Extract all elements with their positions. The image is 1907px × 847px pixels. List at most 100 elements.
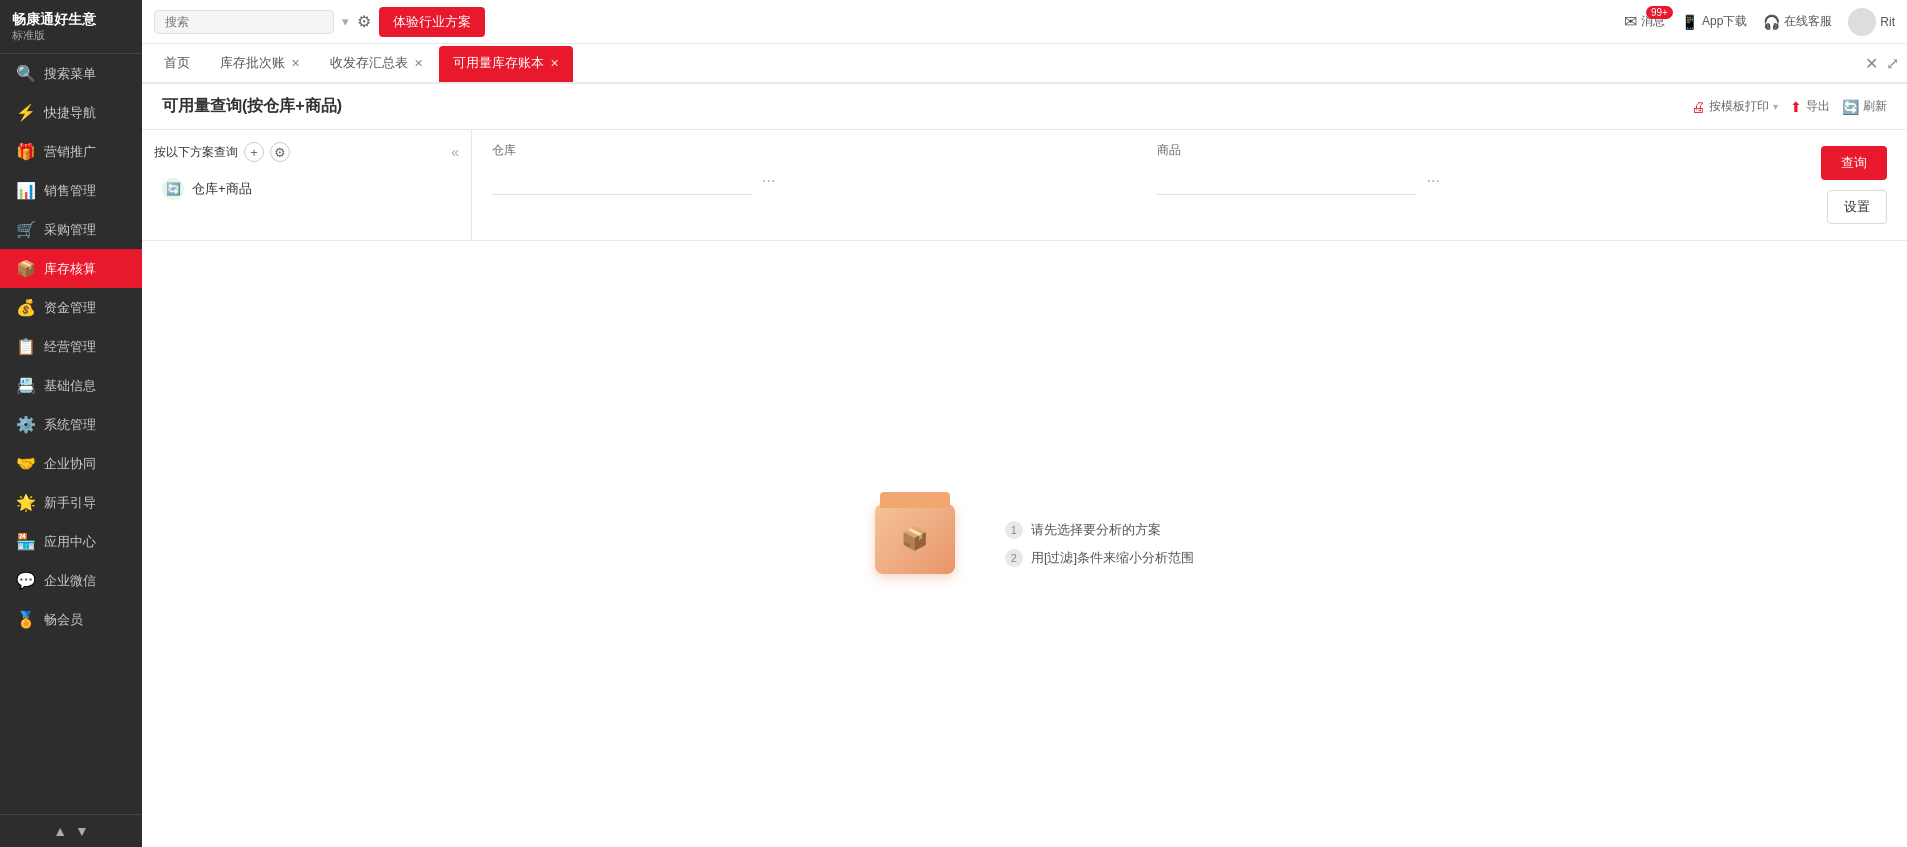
logo-sub: 标准版: [12, 28, 130, 43]
tab-batch-close[interactable]: ✕: [291, 57, 300, 70]
chart-icon: 📊: [16, 181, 36, 200]
wechat-icon: 💬: [16, 571, 36, 590]
tab-summary[interactable]: 收发存汇总表 ✕: [316, 46, 437, 82]
sidebar-item-basic[interactable]: 📇 基础信息: [0, 366, 142, 405]
sidebar-item-newbie[interactable]: 🌟 新手引导: [0, 483, 142, 522]
clipboard-icon: 📋: [16, 337, 36, 356]
tab-available-label: 可用量库存账本: [453, 54, 544, 72]
export-button[interactable]: ⬆ 导出: [1790, 98, 1830, 115]
lightning-icon: ⚡: [16, 103, 36, 122]
settings-gear-icon[interactable]: ⚙: [357, 12, 371, 31]
refresh-icon: 🔄: [1842, 99, 1859, 115]
scheme-item-warehouse-goods[interactable]: 🔄 仓库+商品: [154, 172, 459, 206]
sidebar-item-label: 经营管理: [44, 338, 126, 356]
tab-home-label: 首页: [164, 54, 190, 72]
topbar: ▾ ⚙ 体验行业方案 ✉ 消息 99+ 📱 App下载 🎧 在线客服 Rit: [142, 0, 1907, 44]
export-icon: ⬆: [1790, 99, 1802, 115]
card-icon: 📇: [16, 376, 36, 395]
sidebar-item-purchase[interactable]: 🛒 采购管理: [0, 210, 142, 249]
goods-dots[interactable]: ···: [1423, 168, 1444, 194]
sidebar-item-label: 快捷导航: [44, 104, 126, 122]
filter-area: 仓库 ··· 商品 ··· 查询 设置: [472, 130, 1907, 240]
sidebar-item-label: 应用中心: [44, 533, 126, 551]
warehouse-input-row: ···: [492, 167, 1137, 195]
sidebar-item-label: 搜索菜单: [44, 65, 126, 83]
tip-2-text: 用[过滤]条件来缩小分析范围: [1031, 549, 1194, 567]
content-area: 可用量查询(按仓库+商品) 🖨 按模板打印 ▾ ⬆ 导出 🔄 刷新: [142, 84, 1907, 847]
sidebar-item-shortcut[interactable]: ⚡ 快捷导航: [0, 93, 142, 132]
column-settings-button[interactable]: 设置: [1827, 190, 1887, 224]
tab-batch[interactable]: 库存批次账 ✕: [206, 46, 314, 82]
warehouse-dots[interactable]: ···: [758, 168, 779, 194]
empty-tip-1: 1 请先选择要分析的方案: [1005, 521, 1194, 539]
tab-batch-label: 库存批次账: [220, 54, 285, 72]
user-avatar-area[interactable]: Rit: [1848, 8, 1895, 36]
tab-summary-close[interactable]: ✕: [414, 57, 423, 70]
app-download-item[interactable]: 📱 App下载: [1681, 13, 1747, 30]
app-download-label: App下载: [1702, 13, 1747, 30]
refresh-button[interactable]: 🔄 刷新: [1842, 98, 1887, 115]
topbar-right: ✉ 消息 99+ 📱 App下载 🎧 在线客服 Rit: [1624, 8, 1895, 36]
tab-available[interactable]: 可用量库存账本 ✕: [439, 46, 573, 82]
dropdown-icon[interactable]: ▾: [342, 14, 349, 29]
scheme-panel: 按以下方案查询 + ⚙ « 🔄 仓库+商品: [142, 130, 472, 240]
goods-input[interactable]: [1157, 167, 1417, 195]
close-all-icon[interactable]: ✕: [1865, 54, 1878, 73]
tab-available-close[interactable]: ✕: [550, 57, 559, 70]
trial-button[interactable]: 体验行业方案: [379, 7, 485, 37]
sidebar-item-cooperation[interactable]: 🤝 企业协同: [0, 444, 142, 483]
search-input[interactable]: [154, 10, 334, 34]
sidebar-item-system[interactable]: ⚙️ 系统管理: [0, 405, 142, 444]
sidebar-scroll: 🔍 搜索菜单 ⚡ 快捷导航 🎁 营销推广 📊 销售管理 🛒 采购管理 📦 库存核…: [0, 54, 142, 814]
refresh-label: 刷新: [1863, 98, 1887, 115]
scroll-up-arrow[interactable]: ▲: [53, 823, 67, 839]
tabs-bar: 首页 库存批次账 ✕ 收发存汇总表 ✕ 可用量库存账本 ✕ ✕ ⤢: [142, 44, 1907, 84]
scheme-label: 按以下方案查询: [154, 144, 238, 161]
sidebar-item-label: 库存核算: [44, 260, 126, 278]
message-item[interactable]: ✉ 消息 99+: [1624, 12, 1665, 31]
empty-state: 📦 1 请先选择要分析的方案 2 用[过滤]条件来缩小分析范围: [142, 241, 1907, 847]
query-area: 按以下方案查询 + ⚙ « 🔄 仓库+商品 仓库 ···: [142, 130, 1907, 241]
sidebar-item-label: 企业协同: [44, 455, 126, 473]
print-dropdown-icon[interactable]: ▾: [1773, 101, 1778, 112]
box-face-icon: 📦: [901, 526, 928, 552]
sidebar-item-member[interactable]: 🏅 畅会员: [0, 600, 142, 639]
main-area: ▾ ⚙ 体验行业方案 ✉ 消息 99+ 📱 App下载 🎧 在线客服 Rit: [142, 0, 1907, 847]
tip-1-text: 请先选择要分析的方案: [1031, 521, 1161, 539]
sidebar-item-finance[interactable]: 💰 资金管理: [0, 288, 142, 327]
sidebar-item-marketing[interactable]: 🎁 营销推广: [0, 132, 142, 171]
sidebar-logo: 畅康通好生意 标准版: [0, 0, 142, 54]
sidebar-item-search[interactable]: 🔍 搜索菜单: [0, 54, 142, 93]
print-button[interactable]: 🖨 按模板打印 ▾: [1691, 98, 1778, 115]
scroll-down-arrow[interactable]: ▼: [75, 823, 89, 839]
add-scheme-button[interactable]: +: [244, 142, 264, 162]
cart-icon: 🛒: [16, 220, 36, 239]
scheme-collapse-button[interactable]: «: [451, 144, 459, 160]
empty-tips: 1 请先选择要分析的方案 2 用[过滤]条件来缩小分析范围: [1005, 521, 1194, 567]
store-icon: 🏪: [16, 532, 36, 551]
empty-tip-2: 2 用[过滤]条件来缩小分析范围: [1005, 549, 1194, 567]
sidebar-item-wechat[interactable]: 💬 企业微信: [0, 561, 142, 600]
scheme-item-icon: 🔄: [162, 178, 184, 200]
scheme-settings-button[interactable]: ⚙: [270, 142, 290, 162]
sidebar-item-inventory[interactable]: 📦 库存核算: [0, 249, 142, 288]
query-button[interactable]: 查询: [1821, 146, 1887, 180]
sidebar-item-appcenter[interactable]: 🏪 应用中心: [0, 522, 142, 561]
gift-icon: 🎁: [16, 142, 36, 161]
empty-box: 📦: [875, 504, 955, 574]
goods-label: 商品: [1157, 142, 1802, 159]
export-label: 导出: [1806, 98, 1830, 115]
sidebar-item-sales[interactable]: 📊 销售管理: [0, 171, 142, 210]
handshake-icon: 🤝: [16, 454, 36, 473]
sidebar-item-operations[interactable]: 📋 经营管理: [0, 327, 142, 366]
warehouse-filter-group: 仓库 ···: [492, 142, 1137, 195]
box-icon: 📦: [16, 259, 36, 278]
expand-icon[interactable]: ⤢: [1886, 54, 1899, 73]
tab-summary-label: 收发存汇总表: [330, 54, 408, 72]
online-service-item[interactable]: 🎧 在线客服: [1763, 13, 1832, 30]
scheme-header: 按以下方案查询 + ⚙ «: [154, 142, 459, 162]
header-actions: 🖨 按模板打印 ▾ ⬆ 导出 🔄 刷新: [1691, 98, 1887, 115]
warehouse-input[interactable]: [492, 167, 752, 195]
tab-home[interactable]: 首页: [150, 46, 204, 82]
filter-buttons: 查询 设置: [1821, 142, 1887, 228]
